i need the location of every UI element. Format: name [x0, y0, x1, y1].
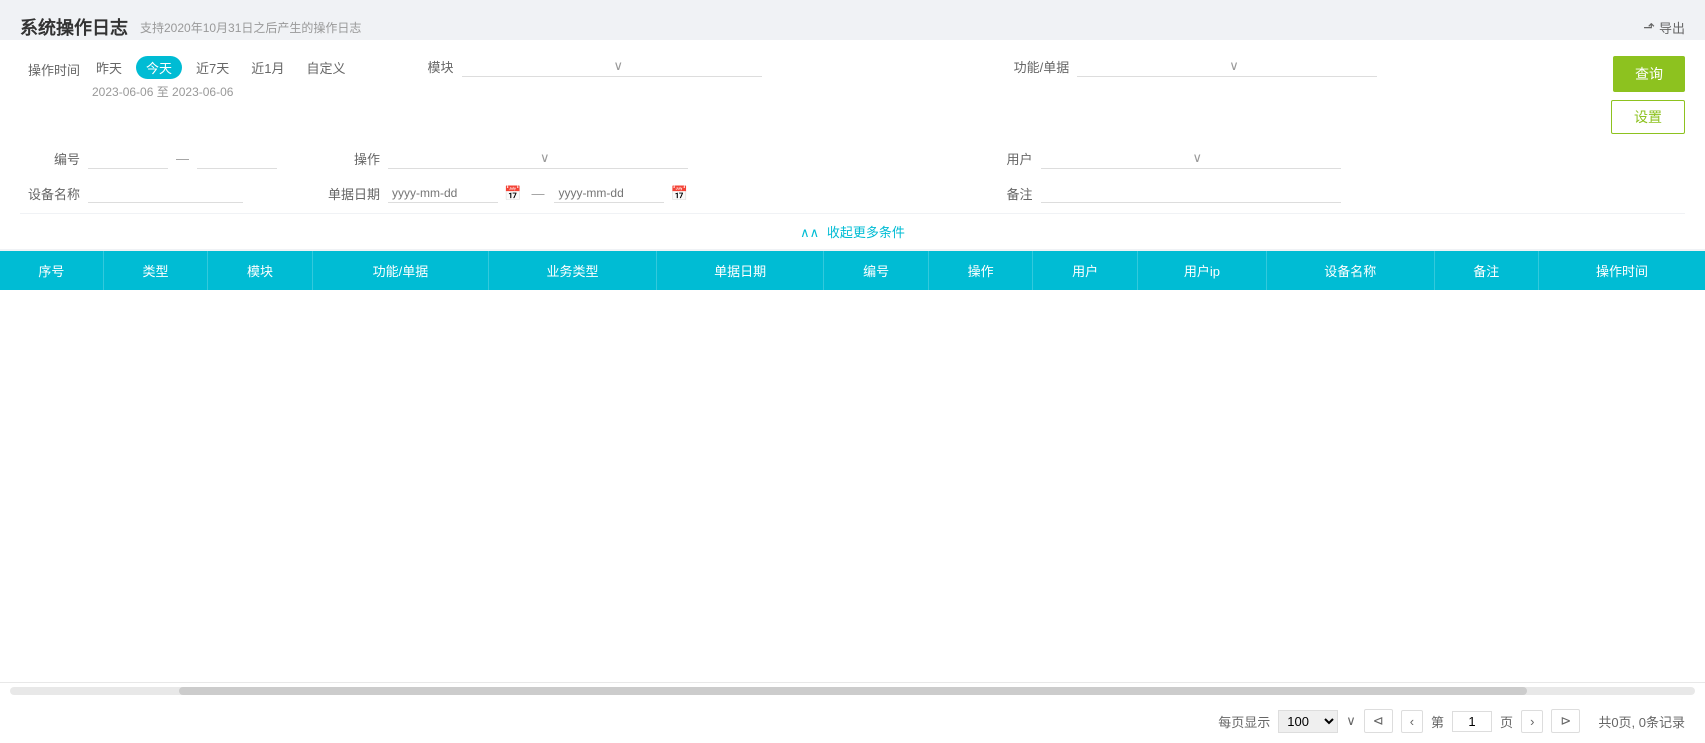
col-index: 序号	[0, 251, 103, 290]
prev-page-button[interactable]: ‹	[1401, 710, 1423, 733]
time-btn-1month[interactable]: 近1月	[243, 56, 292, 79]
remark-input[interactable]	[1041, 183, 1341, 203]
filter-row-3: 设备名称 单据日期 📅 — 📅 备注	[20, 183, 1685, 203]
operation-select[interactable]: ∨	[388, 148, 688, 169]
col-op-time: 操作时间	[1539, 251, 1705, 290]
col-remark: 备注	[1434, 251, 1538, 290]
operation-filter: 操作 ∨	[320, 148, 923, 169]
col-device: 设备名称	[1266, 251, 1434, 290]
number-filter: 编号 —	[20, 149, 280, 169]
function-select[interactable]: ∨	[1077, 56, 1377, 77]
table-header: 序号 类型 模块 功能/单据 业务类型 单据日期 编号 操作 用户 用户ip 设…	[0, 251, 1705, 290]
page-title: 系统操作日志	[20, 14, 128, 40]
date-label: 单据日期	[320, 184, 380, 203]
collapse-up-icon: ∧∧	[800, 225, 819, 240]
export-icon: ⬏	[1643, 19, 1655, 36]
device-label: 设备名称	[20, 184, 80, 203]
operation-label: 操作	[320, 149, 380, 168]
export-label: 导出	[1659, 18, 1685, 37]
remark-label: 备注	[963, 184, 1033, 203]
chevron-down-icon: ∨	[1346, 713, 1356, 729]
col-function: 功能/单据	[312, 251, 488, 290]
cal-to-icon[interactable]: 📅	[670, 185, 687, 202]
settings-button[interactable]: 设置	[1611, 100, 1685, 134]
number-dash: —	[176, 151, 189, 166]
module-filter: 模块 ∨	[394, 56, 960, 77]
filter-row-1: 操作时间 昨天 今天 近7天 近1月 自定义 2023-06-06 至 2023…	[20, 56, 1685, 134]
user-label: 用户	[963, 149, 1033, 168]
filter-panel: 操作时间 昨天 今天 近7天 近1月 自定义 2023-06-06 至 2023…	[0, 40, 1705, 249]
user-select[interactable]: ∨	[1041, 148, 1341, 169]
user-arrow-icon: ∨	[1193, 150, 1341, 166]
col-date: 单据日期	[656, 251, 824, 290]
module-label: 模块	[394, 57, 454, 76]
col-operation: 操作	[928, 251, 1032, 290]
first-page-button[interactable]: ⊲	[1364, 709, 1393, 733]
page-header: 系统操作日志 支持2020年10月31日之后产生的操作日志 ⬏ 导出	[0, 0, 1705, 40]
table-section: 序号 类型 模块 功能/单据 业务类型 单据日期 编号 操作 用户 用户ip 设…	[0, 251, 1705, 682]
time-filter-area: 操作时间 昨天 今天 近7天 近1月 自定义 2023-06-06 至 2023…	[20, 56, 354, 100]
page-number-input[interactable]	[1452, 711, 1492, 732]
col-type: 类型	[103, 251, 207, 290]
function-filter: 功能/单据 ∨	[999, 56, 1565, 77]
number-input-from[interactable]	[88, 149, 168, 169]
title-area: 系统操作日志 支持2020年10月31日之后产生的操作日志	[20, 14, 361, 40]
col-user: 用户	[1033, 251, 1137, 290]
table-header-row: 序号 类型 模块 功能/单据 业务类型 单据日期 编号 操作 用户 用户ip 设…	[0, 251, 1705, 290]
col-module: 模块	[208, 251, 312, 290]
time-buttons-row: 昨天 今天 近7天 近1月 自定义	[88, 56, 354, 79]
time-btn-yesterday[interactable]: 昨天	[88, 56, 130, 79]
time-section: 昨天 今天 近7天 近1月 自定义 2023-06-06 至 2023-06-0…	[88, 56, 354, 100]
page-container: 系统操作日志 支持2020年10月31日之后产生的操作日志 ⬏ 导出 操作时间 …	[0, 0, 1705, 743]
device-input[interactable]	[88, 183, 243, 203]
date-from-input[interactable]	[388, 184, 498, 203]
page-size-label: 每页显示	[1218, 712, 1270, 731]
time-label: 操作时间	[20, 60, 80, 79]
user-filter: 用户 ∨	[963, 148, 1566, 169]
col-number: 编号	[824, 251, 928, 290]
page-size-select[interactable]: 100 50 200	[1278, 710, 1338, 733]
page-subtitle: 支持2020年10月31日之后产生的操作日志	[140, 19, 361, 36]
scrollbar-thumb[interactable]	[179, 687, 1527, 695]
scrollbar-container	[0, 682, 1705, 699]
remark-filter: 备注	[963, 183, 1566, 203]
last-page-button[interactable]: ⊳	[1551, 709, 1580, 733]
operation-arrow-icon: ∨	[540, 150, 688, 166]
cal-from-icon[interactable]: 📅	[504, 185, 521, 202]
export-button[interactable]: ⬏ 导出	[1643, 18, 1685, 37]
number-input-to[interactable]	[197, 149, 277, 169]
function-arrow-icon: ∨	[1229, 58, 1377, 74]
number-label: 编号	[20, 149, 80, 168]
page-total: 共0页, 0条记录	[1598, 712, 1685, 731]
query-button[interactable]: 查询	[1613, 56, 1685, 92]
time-btn-today[interactable]: 今天	[136, 56, 182, 79]
data-table: 序号 类型 模块 功能/单据 业务类型 单据日期 编号 操作 用户 用户ip 设…	[0, 251, 1705, 290]
col-biz-type: 业务类型	[489, 251, 657, 290]
module-arrow-icon: ∨	[614, 58, 762, 74]
time-btn-custom[interactable]: 自定义	[299, 56, 354, 79]
collapse-label: 收起更多条件	[827, 225, 905, 240]
time-btn-7days[interactable]: 近7天	[188, 56, 237, 79]
page-suffix: 页	[1500, 712, 1513, 731]
time-range-text: 2023-06-06 至 2023-06-06	[92, 83, 354, 100]
date-to-input[interactable]	[554, 184, 664, 203]
filter-row-2: 编号 — 操作 ∨ 用户 ∨	[20, 148, 1685, 169]
date-dash: —	[531, 186, 544, 201]
pagination-bar: 每页显示 100 50 200 ∨ ⊲ ‹ 第 页 › ⊳ 共0页, 0条记录	[0, 699, 1705, 743]
next-page-button[interactable]: ›	[1521, 710, 1543, 733]
device-filter: 设备名称	[20, 183, 280, 203]
scrollbar-track	[10, 687, 1695, 695]
module-select[interactable]: ∨	[462, 56, 762, 77]
date-filter: 单据日期 📅 — 📅	[320, 184, 923, 203]
page-label: 第	[1431, 712, 1444, 731]
col-user-ip: 用户ip	[1137, 251, 1266, 290]
action-buttons: 查询 设置	[1585, 56, 1685, 134]
date-range-group: 📅 — 📅	[388, 184, 688, 203]
collapse-bar[interactable]: ∧∧ 收起更多条件	[20, 213, 1685, 249]
function-label: 功能/单据	[999, 57, 1069, 76]
